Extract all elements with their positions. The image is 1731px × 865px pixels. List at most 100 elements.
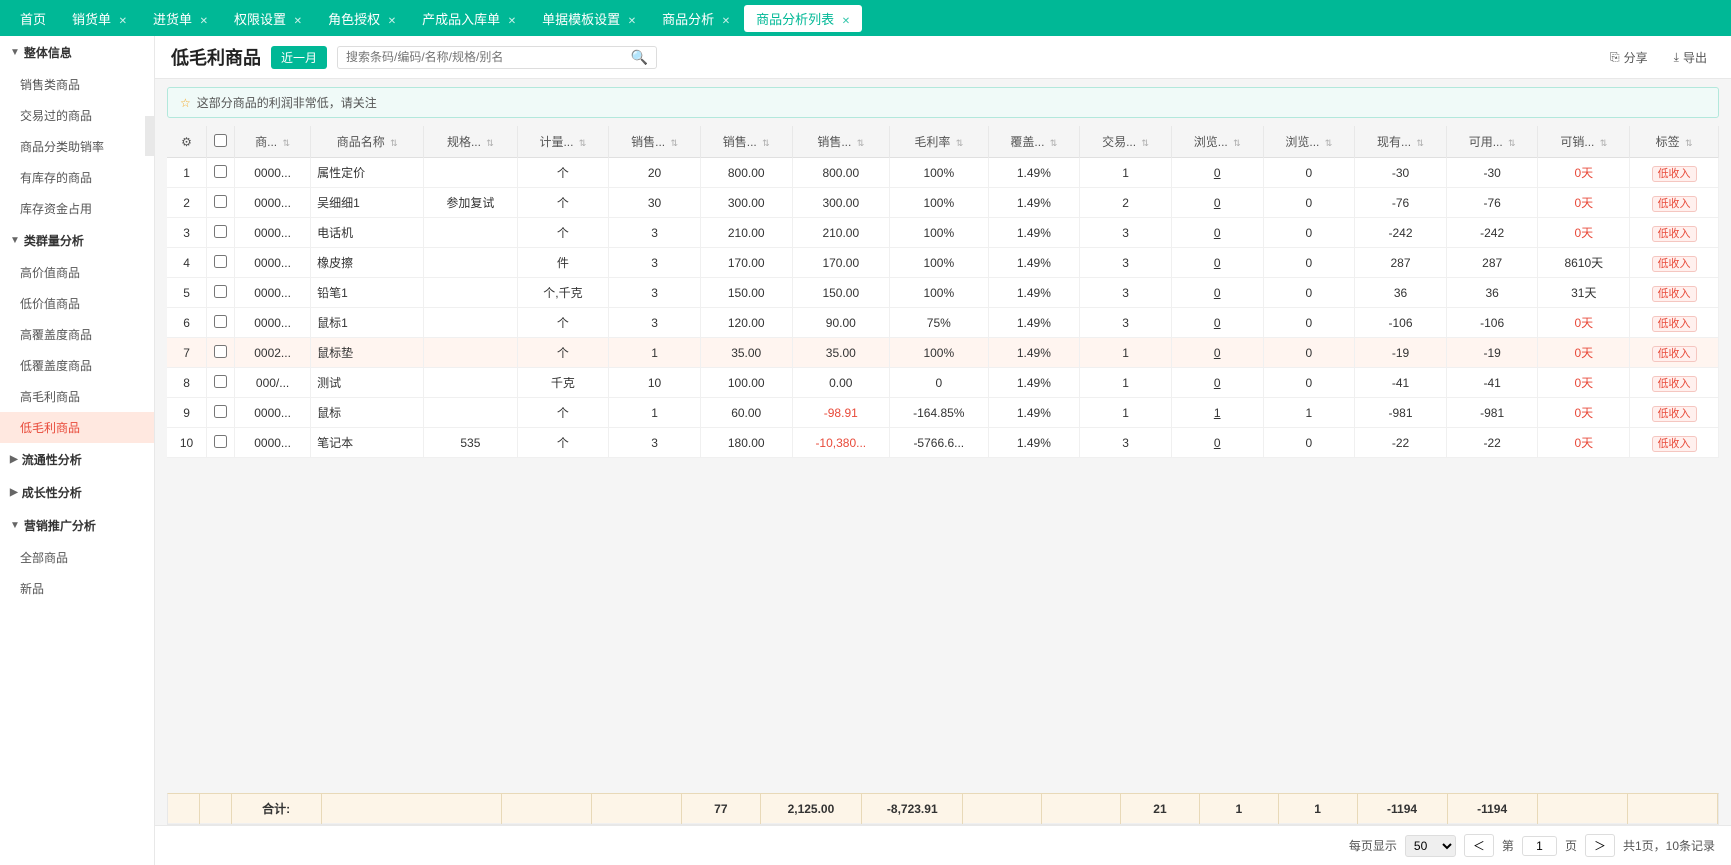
- row-select-checkbox[interactable]: [214, 435, 227, 448]
- row-browse1[interactable]: 0: [1171, 308, 1263, 338]
- nav-role[interactable]: 角色授权 ✕: [316, 5, 408, 32]
- nav-template[interactable]: 单据模板设置 ✕: [530, 5, 648, 32]
- row-browse1[interactable]: 1: [1171, 398, 1263, 428]
- row-browse1[interactable]: 0: [1171, 158, 1263, 188]
- per-page-select[interactable]: 50 100 200: [1405, 835, 1456, 857]
- row-checkbox[interactable]: [207, 278, 235, 308]
- sidebar-item-all-goods[interactable]: 全部商品: [0, 542, 154, 573]
- row-select-checkbox[interactable]: [214, 165, 227, 178]
- col-tag[interactable]: 标签 ⇅: [1630, 126, 1719, 158]
- col-browse2[interactable]: 浏览... ⇅: [1263, 126, 1355, 158]
- col-current[interactable]: 现有... ⇅: [1355, 126, 1447, 158]
- col-unit[interactable]: 计量... ⇅: [517, 126, 609, 158]
- prev-page-button[interactable]: ＜: [1464, 834, 1494, 857]
- row-checkbox[interactable]: [207, 338, 235, 368]
- sidebar-item-inventory-goods[interactable]: 有库存的商品: [0, 162, 154, 193]
- sidebar-item-category-rate[interactable]: 商品分类助销率: [0, 131, 154, 162]
- col-name[interactable]: 商品名称 ⇅: [311, 126, 424, 158]
- col-trade[interactable]: 交易... ⇅: [1080, 126, 1172, 158]
- nav-permission[interactable]: 权限设置 ✕: [222, 5, 314, 32]
- footer-current: -1194: [1357, 794, 1447, 824]
- select-all-checkbox[interactable]: [214, 134, 227, 147]
- col-available[interactable]: 可用... ⇅: [1446, 126, 1538, 158]
- export-button[interactable]: ⤓ 导出: [1666, 45, 1715, 70]
- row-select-checkbox[interactable]: [214, 345, 227, 358]
- sidebar-item-low-margin[interactable]: 低毛利商品: [0, 412, 154, 443]
- row-checkbox[interactable]: [207, 158, 235, 188]
- row-name: 鼠标1: [311, 308, 424, 338]
- sidebar-item-new-goods[interactable]: 新品: [0, 573, 154, 604]
- row-select-checkbox[interactable]: [214, 225, 227, 238]
- sidebar-group-flow[interactable]: ▶ 流通性分析: [0, 443, 154, 476]
- nav-analysis[interactable]: 商品分析 ✕: [650, 5, 742, 32]
- row-browse1[interactable]: 0: [1171, 368, 1263, 398]
- row-browse1[interactable]: 0: [1171, 188, 1263, 218]
- row-checkbox[interactable]: [207, 428, 235, 458]
- footer-row: 合计: 77 2,125.00 -8,723.91 21 1 1 -1194 -…: [168, 794, 1718, 824]
- col-browse1[interactable]: 浏览... ⇅: [1171, 126, 1263, 158]
- row-select-checkbox[interactable]: [214, 315, 227, 328]
- row-select-checkbox[interactable]: [214, 195, 227, 208]
- share-button[interactable]: ⎘ 分享: [1602, 45, 1656, 70]
- sidebar-group-cluster[interactable]: ▼ 类群量分析: [0, 224, 154, 257]
- next-page-button[interactable]: ＞: [1585, 834, 1615, 857]
- close-icon[interactable]: ✕: [842, 16, 850, 27]
- close-icon[interactable]: ✕: [722, 16, 730, 27]
- sidebar-group-overall[interactable]: ▼ 整体信息: [0, 36, 154, 69]
- row-browse1[interactable]: 0: [1171, 218, 1263, 248]
- sidebar-item-high-margin[interactable]: 高毛利商品: [0, 381, 154, 412]
- search-input[interactable]: [346, 50, 631, 64]
- close-icon[interactable]: ✕: [200, 16, 208, 27]
- close-icon[interactable]: ✕: [294, 16, 302, 27]
- row-checkbox[interactable]: [207, 398, 235, 428]
- sidebar-item-sales-goods[interactable]: 销售类商品: [0, 69, 154, 100]
- sidebar-item-traded-goods[interactable]: 交易过的商品: [0, 100, 154, 131]
- sidebar-item-low-coverage[interactable]: 低覆盖度商品: [0, 350, 154, 381]
- page-number-input[interactable]: [1522, 836, 1557, 856]
- content-area: 低毛利商品 近一月 🔍 ⎘ 分享 ⤓ 导出 ☆ 这部分商品的利润非常低，请关注: [155, 36, 1731, 865]
- search-icon[interactable]: 🔍: [631, 49, 648, 66]
- col-settings[interactable]: ⚙: [167, 126, 207, 158]
- col-coverage[interactable]: 覆盖... ⇅: [988, 126, 1080, 158]
- row-unit: 个: [517, 158, 609, 188]
- row-checkbox[interactable]: [207, 188, 235, 218]
- col-sales-price[interactable]: 销售... ⇅: [700, 126, 792, 158]
- filter-button[interactable]: 近一月: [271, 46, 327, 69]
- nav-analysis-list[interactable]: 商品分析列表 ✕: [744, 5, 862, 32]
- nav-home[interactable]: 首页: [8, 5, 58, 32]
- row-checkbox[interactable]: [207, 368, 235, 398]
- close-icon[interactable]: ✕: [119, 16, 127, 27]
- col-code[interactable]: 商... ⇅: [235, 126, 311, 158]
- row-browse1[interactable]: 0: [1171, 248, 1263, 278]
- col-sales-qty[interactable]: 销售... ⇅: [609, 126, 701, 158]
- row-select-checkbox[interactable]: [214, 285, 227, 298]
- close-icon[interactable]: ✕: [388, 16, 396, 27]
- row-checkbox[interactable]: [207, 248, 235, 278]
- nav-purchase[interactable]: 进货单 ✕: [141, 5, 220, 32]
- row-select-checkbox[interactable]: [214, 375, 227, 388]
- close-icon[interactable]: ✕: [628, 16, 636, 27]
- row-browse1[interactable]: 0: [1171, 428, 1263, 458]
- row-browse1[interactable]: 0: [1171, 278, 1263, 308]
- sidebar-group-growth[interactable]: ▶ 成长性分析: [0, 476, 154, 509]
- col-checkbox[interactable]: [207, 126, 235, 158]
- col-spec[interactable]: 规格... ⇅: [424, 126, 517, 158]
- row-browse1[interactable]: 0: [1171, 338, 1263, 368]
- close-icon[interactable]: ✕: [508, 16, 516, 27]
- row-checkbox[interactable]: [207, 218, 235, 248]
- col-sellable[interactable]: 可销... ⇅: [1538, 126, 1630, 158]
- sidebar-item-low-value[interactable]: 低价值商品: [0, 288, 154, 319]
- row-select-checkbox[interactable]: [214, 405, 227, 418]
- nav-sales[interactable]: 销货单 ✕: [60, 5, 139, 32]
- sidebar-item-high-coverage[interactable]: 高覆盖度商品: [0, 319, 154, 350]
- sidebar-item-inventory-funds[interactable]: 库存资金占用: [0, 193, 154, 224]
- row-checkbox[interactable]: [207, 308, 235, 338]
- row-sales-profit: 210.00: [792, 218, 889, 248]
- sidebar-collapse-btn[interactable]: 《: [145, 116, 155, 156]
- nav-product-entry[interactable]: 产成品入库单 ✕: [410, 5, 528, 32]
- row-select-checkbox[interactable]: [214, 255, 227, 268]
- sidebar-item-high-value[interactable]: 高价值商品: [0, 257, 154, 288]
- col-sales-profit[interactable]: 销售... ⇅: [792, 126, 889, 158]
- col-gross-rate[interactable]: 毛利率 ⇅: [890, 126, 989, 158]
- sidebar-group-marketing[interactable]: ▼ 营销推广分析: [0, 509, 154, 542]
